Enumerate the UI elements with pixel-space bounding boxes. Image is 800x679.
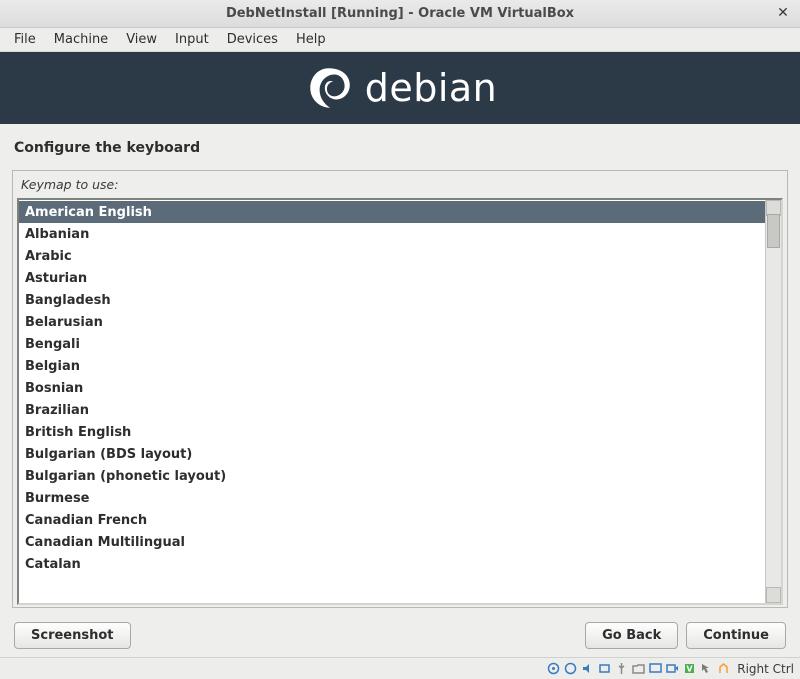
go-back-button[interactable]: Go Back	[585, 622, 678, 649]
menu-input[interactable]: Input	[167, 30, 217, 49]
keymap-option[interactable]: American English	[19, 201, 765, 223]
menu-file[interactable]: File	[6, 30, 44, 49]
scrollbar[interactable]	[765, 200, 781, 603]
vm-statusbar: V Right Ctrl	[0, 657, 800, 679]
shared-folder-icon[interactable]	[631, 662, 645, 676]
keymap-list-container: American EnglishAlbanianArabicAsturianBa…	[17, 198, 783, 605]
continue-button[interactable]: Continue	[686, 622, 786, 649]
svg-text:V: V	[686, 665, 693, 674]
menu-machine[interactable]: Machine	[46, 30, 116, 49]
keymap-option[interactable]: Canadian French	[19, 509, 765, 531]
keymap-option[interactable]: Bengali	[19, 333, 765, 355]
keymap-option[interactable]: Catalan	[19, 553, 765, 575]
usb-icon[interactable]	[614, 662, 628, 676]
keymap-option[interactable]: Brazilian	[19, 399, 765, 421]
debian-brand-text: debian	[365, 66, 498, 110]
audio-icon[interactable]	[580, 662, 594, 676]
keyboard-capture-icon[interactable]	[716, 662, 730, 676]
keymap-option[interactable]: Albanian	[19, 223, 765, 245]
keymap-option[interactable]: Belarusian	[19, 311, 765, 333]
page-title: Configure the keyboard	[14, 140, 786, 156]
network-icon[interactable]	[597, 662, 611, 676]
menubar: File Machine View Input Devices Help	[0, 28, 800, 52]
debian-swirl-icon	[303, 62, 355, 114]
keymap-listbox[interactable]: American EnglishAlbanianArabicAsturianBa…	[19, 200, 765, 603]
keymap-option[interactable]: Bangladesh	[19, 289, 765, 311]
installer-content: Configure the keyboard Keymap to use: Am…	[0, 124, 800, 657]
keymap-option[interactable]: Bosnian	[19, 377, 765, 399]
menu-devices[interactable]: Devices	[219, 30, 286, 49]
button-bar: Screenshot Go Back Continue	[12, 608, 788, 649]
keymap-option[interactable]: Canadian Multilingual	[19, 531, 765, 553]
keymap-option[interactable]: Burmese	[19, 487, 765, 509]
close-icon[interactable]: ✕	[774, 4, 792, 22]
keymap-option[interactable]: British English	[19, 421, 765, 443]
hard-disk-icon[interactable]	[546, 662, 560, 676]
keymap-option[interactable]: Belgian	[19, 355, 765, 377]
window-titlebar: DebNetInstall [Running] - Oracle VM Virt…	[0, 0, 800, 28]
screenshot-button[interactable]: Screenshot	[14, 622, 131, 649]
menu-help[interactable]: Help	[288, 30, 334, 49]
installer-banner: debian	[0, 52, 800, 124]
keymap-option[interactable]: Asturian	[19, 267, 765, 289]
keymap-label: Keymap to use:	[15, 177, 785, 198]
host-key-label: Right Ctrl	[737, 662, 794, 676]
mouse-integration-icon[interactable]	[699, 662, 713, 676]
window-title: DebNetInstall [Running] - Oracle VM Virt…	[226, 6, 574, 21]
scrollbar-thumb[interactable]	[767, 214, 780, 248]
optical-disk-icon[interactable]	[563, 662, 577, 676]
keymap-option[interactable]: Arabic	[19, 245, 765, 267]
virtualization-icon[interactable]: V	[682, 662, 696, 676]
display-icon[interactable]	[648, 662, 662, 676]
keymap-option[interactable]: Bulgarian (BDS layout)	[19, 443, 765, 465]
keymap-option[interactable]: Bulgarian (phonetic layout)	[19, 465, 765, 487]
recording-icon[interactable]	[665, 662, 679, 676]
keymap-fieldset: Keymap to use: American EnglishAlbanianA…	[12, 170, 788, 608]
menu-view[interactable]: View	[118, 30, 165, 49]
